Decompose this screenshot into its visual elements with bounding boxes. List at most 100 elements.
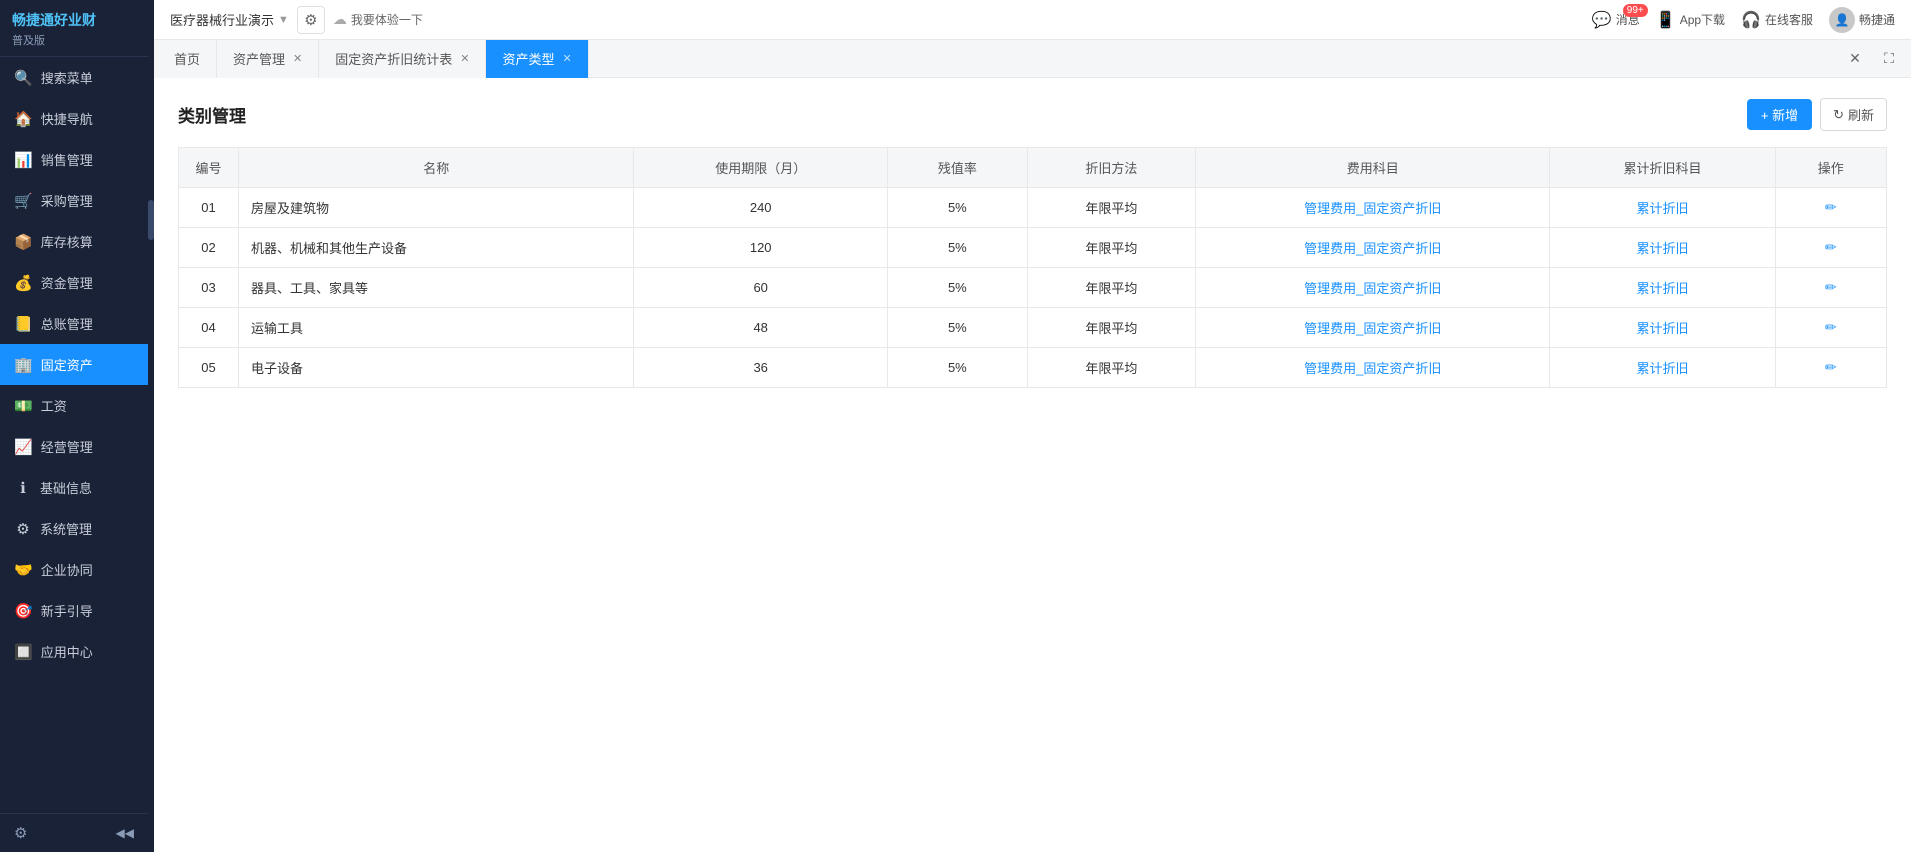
- sidebar-icon-cooperation: 🤝: [14, 561, 33, 579]
- cell-period: 240: [634, 188, 887, 228]
- cell-name: 房屋及建筑物: [239, 188, 634, 228]
- app-subtitle: 普及版: [12, 32, 136, 48]
- sidebar: 畅捷通好业财 普及版 🔍 搜索菜单 🏠 快捷导航 📊 销售管理 🛒 采购管理 📦…: [0, 0, 148, 852]
- settings-icon[interactable]: ⚙: [14, 824, 27, 842]
- page-content: 类别管理 + 新增 ↻ 刷新 编号 名称 使用期限（月） 残值率 折旧方法 费用…: [154, 78, 1911, 852]
- sidebar-label-system: 系统管理: [40, 519, 92, 538]
- sidebar-item-cooperation[interactable]: 🤝 企业协同: [0, 549, 148, 590]
- category-table: 编号 名称 使用期限（月） 残值率 折旧方法 费用科目 累计折旧科目 操作 01…: [178, 147, 1887, 388]
- col-header-expense: 费用科目: [1196, 148, 1550, 188]
- table-row: 01 房屋及建筑物 240 5% 年限平均 管理费用_固定资产折旧 累计折旧 ✏: [179, 188, 1887, 228]
- cell-expense: 管理费用_固定资产折旧: [1196, 188, 1550, 228]
- company-name: 医疗器械行业演示: [170, 10, 274, 29]
- avatar-icon: 👤: [1835, 13, 1850, 27]
- tab-expand-button[interactable]: ⛶: [1875, 45, 1903, 73]
- cell-action: ✏: [1775, 228, 1887, 268]
- sidebar-label-sales: 销售管理: [41, 150, 93, 169]
- new-button[interactable]: + 新增: [1747, 99, 1812, 130]
- cell-accumulated: 累计折旧: [1550, 308, 1775, 348]
- sidebar-item-fixed-assets[interactable]: 🏢 固定资产: [0, 344, 148, 385]
- sidebar-item-funds[interactable]: 💰 资金管理: [0, 262, 148, 303]
- sidebar-label-purchase: 采购管理: [41, 191, 93, 210]
- sidebar-label-basic-info: 基础信息: [40, 478, 92, 497]
- col-header-name: 名称: [239, 148, 634, 188]
- tab-depreciation-close[interactable]: ✕: [460, 52, 469, 65]
- cell-accumulated: 累计折旧: [1550, 348, 1775, 388]
- tab-asset-type[interactable]: 资产类型 ✕: [486, 40, 588, 78]
- company-settings-button[interactable]: ⚙: [297, 6, 325, 34]
- col-header-accumulated: 累计折旧科目: [1550, 148, 1775, 188]
- table-row: 02 机器、机械和其他生产设备 120 5% 年限平均 管理费用_固定资产折旧 …: [179, 228, 1887, 268]
- edit-icon[interactable]: ✏: [1825, 279, 1837, 295]
- edit-icon[interactable]: ✏: [1825, 199, 1837, 215]
- cell-action: ✏: [1775, 348, 1887, 388]
- cell-id: 05: [179, 348, 239, 388]
- sidebar-item-search[interactable]: 🔍 搜索菜单: [0, 57, 148, 98]
- cell-id: 04: [179, 308, 239, 348]
- topbar-right: 💬 消息 99 📱 App下载 🎧 在线客服 👤 畅捷通: [1592, 7, 1895, 33]
- edit-icon[interactable]: ✏: [1825, 359, 1837, 375]
- page-actions: + 新增 ↻ 刷新: [1747, 98, 1887, 131]
- message-button[interactable]: 💬 消息 99: [1592, 10, 1640, 30]
- message-icon: 💬: [1592, 10, 1612, 30]
- user-menu[interactable]: 👤 畅捷通: [1829, 7, 1895, 33]
- cell-name: 机器、机械和其他生产设备: [239, 228, 634, 268]
- refresh-label: 刷新: [1848, 105, 1874, 124]
- experience-button[interactable]: ☁ 我要体验一下: [333, 11, 423, 28]
- sidebar-label-funds: 资金管理: [41, 273, 93, 292]
- edit-icon[interactable]: ✏: [1825, 319, 1837, 335]
- cell-expense: 管理费用_固定资产折旧: [1196, 268, 1550, 308]
- customer-service-button[interactable]: 🎧 在线客服: [1741, 10, 1813, 30]
- cell-name: 运输工具: [239, 308, 634, 348]
- tab-asset-mgmt-close[interactable]: ✕: [293, 52, 302, 65]
- sidebar-item-purchase[interactable]: 🛒 采购管理: [0, 180, 148, 221]
- tabbar-right: ✕ ⛶: [1841, 45, 1911, 73]
- sidebar-item-system[interactable]: ⚙ 系统管理: [0, 508, 148, 549]
- cell-residual: 5%: [887, 308, 1027, 348]
- cell-method: 年限平均: [1027, 268, 1195, 308]
- avatar: 👤: [1829, 7, 1855, 33]
- sidebar-icon-purchase: 🛒: [14, 192, 33, 210]
- sidebar-label-operations: 经营管理: [41, 437, 93, 456]
- cell-name: 电子设备: [239, 348, 634, 388]
- sidebar-item-sales[interactable]: 📊 销售管理: [0, 139, 148, 180]
- sidebar-item-quick-nav[interactable]: 🏠 快捷导航: [0, 98, 148, 139]
- app-download-button[interactable]: 📱 App下载: [1656, 10, 1725, 30]
- sidebar-label-search: 搜索菜单: [41, 68, 93, 87]
- collapse-icon[interactable]: ◀◀: [116, 826, 134, 840]
- tab-home[interactable]: 首页: [154, 40, 217, 78]
- sidebar-item-inventory[interactable]: 📦 库存核算: [0, 221, 148, 262]
- tab-depreciation-table[interactable]: 固定资产折旧统计表 ✕: [319, 40, 486, 78]
- col-header-method: 折旧方法: [1027, 148, 1195, 188]
- cell-action: ✏: [1775, 188, 1887, 228]
- sidebar-item-operations[interactable]: 📈 经营管理: [0, 426, 148, 467]
- sidebar-label-quick-nav: 快捷导航: [41, 109, 93, 128]
- topbar: 医疗器械行业演示 ▼ ⚙ ☁ 我要体验一下 💬 消息 99 📱 App下载 🎧 …: [154, 0, 1911, 40]
- customer-service-label: 在线客服: [1765, 11, 1813, 28]
- tab-asset-type-label: 资产类型: [502, 49, 554, 68]
- sidebar-item-app-center[interactable]: 🔲 应用中心: [0, 631, 148, 672]
- cell-id: 03: [179, 268, 239, 308]
- tab-home-label: 首页: [174, 49, 200, 68]
- tab-asset-type-close[interactable]: ✕: [563, 52, 572, 65]
- tab-asset-mgmt-label: 资产管理: [233, 49, 285, 68]
- sidebar-icon-search: 🔍: [14, 69, 33, 87]
- header-row: 编号 名称 使用期限（月） 残值率 折旧方法 费用科目 累计折旧科目 操作: [179, 148, 1887, 188]
- sidebar-icon-app-center: 🔲: [14, 643, 33, 661]
- sidebar-icon-ledger: 📒: [14, 315, 33, 333]
- refresh-button[interactable]: ↻ 刷新: [1820, 98, 1887, 131]
- sidebar-icon-guide: 🎯: [14, 602, 33, 620]
- sidebar-footer: ⚙ ◀◀: [0, 813, 148, 852]
- sidebar-item-guide[interactable]: 🎯 新手引导: [0, 590, 148, 631]
- cell-residual: 5%: [887, 268, 1027, 308]
- cell-method: 年限平均: [1027, 308, 1195, 348]
- sidebar-item-payroll[interactable]: 💵 工资: [0, 385, 148, 426]
- company-selector[interactable]: 医疗器械行业演示 ▼: [170, 10, 289, 29]
- edit-icon[interactable]: ✏: [1825, 239, 1837, 255]
- tabbar: 首页 资产管理 ✕ 固定资产折旧统计表 ✕ 资产类型 ✕ ✕ ⛶: [154, 40, 1911, 78]
- tab-asset-mgmt[interactable]: 资产管理 ✕: [217, 40, 319, 78]
- sidebar-item-basic-info[interactable]: ℹ 基础信息: [0, 467, 148, 508]
- sidebar-item-ledger[interactable]: 📒 总账管理: [0, 303, 148, 344]
- tab-close-button[interactable]: ✕: [1841, 45, 1869, 73]
- table-row: 04 运输工具 48 5% 年限平均 管理费用_固定资产折旧 累计折旧 ✏: [179, 308, 1887, 348]
